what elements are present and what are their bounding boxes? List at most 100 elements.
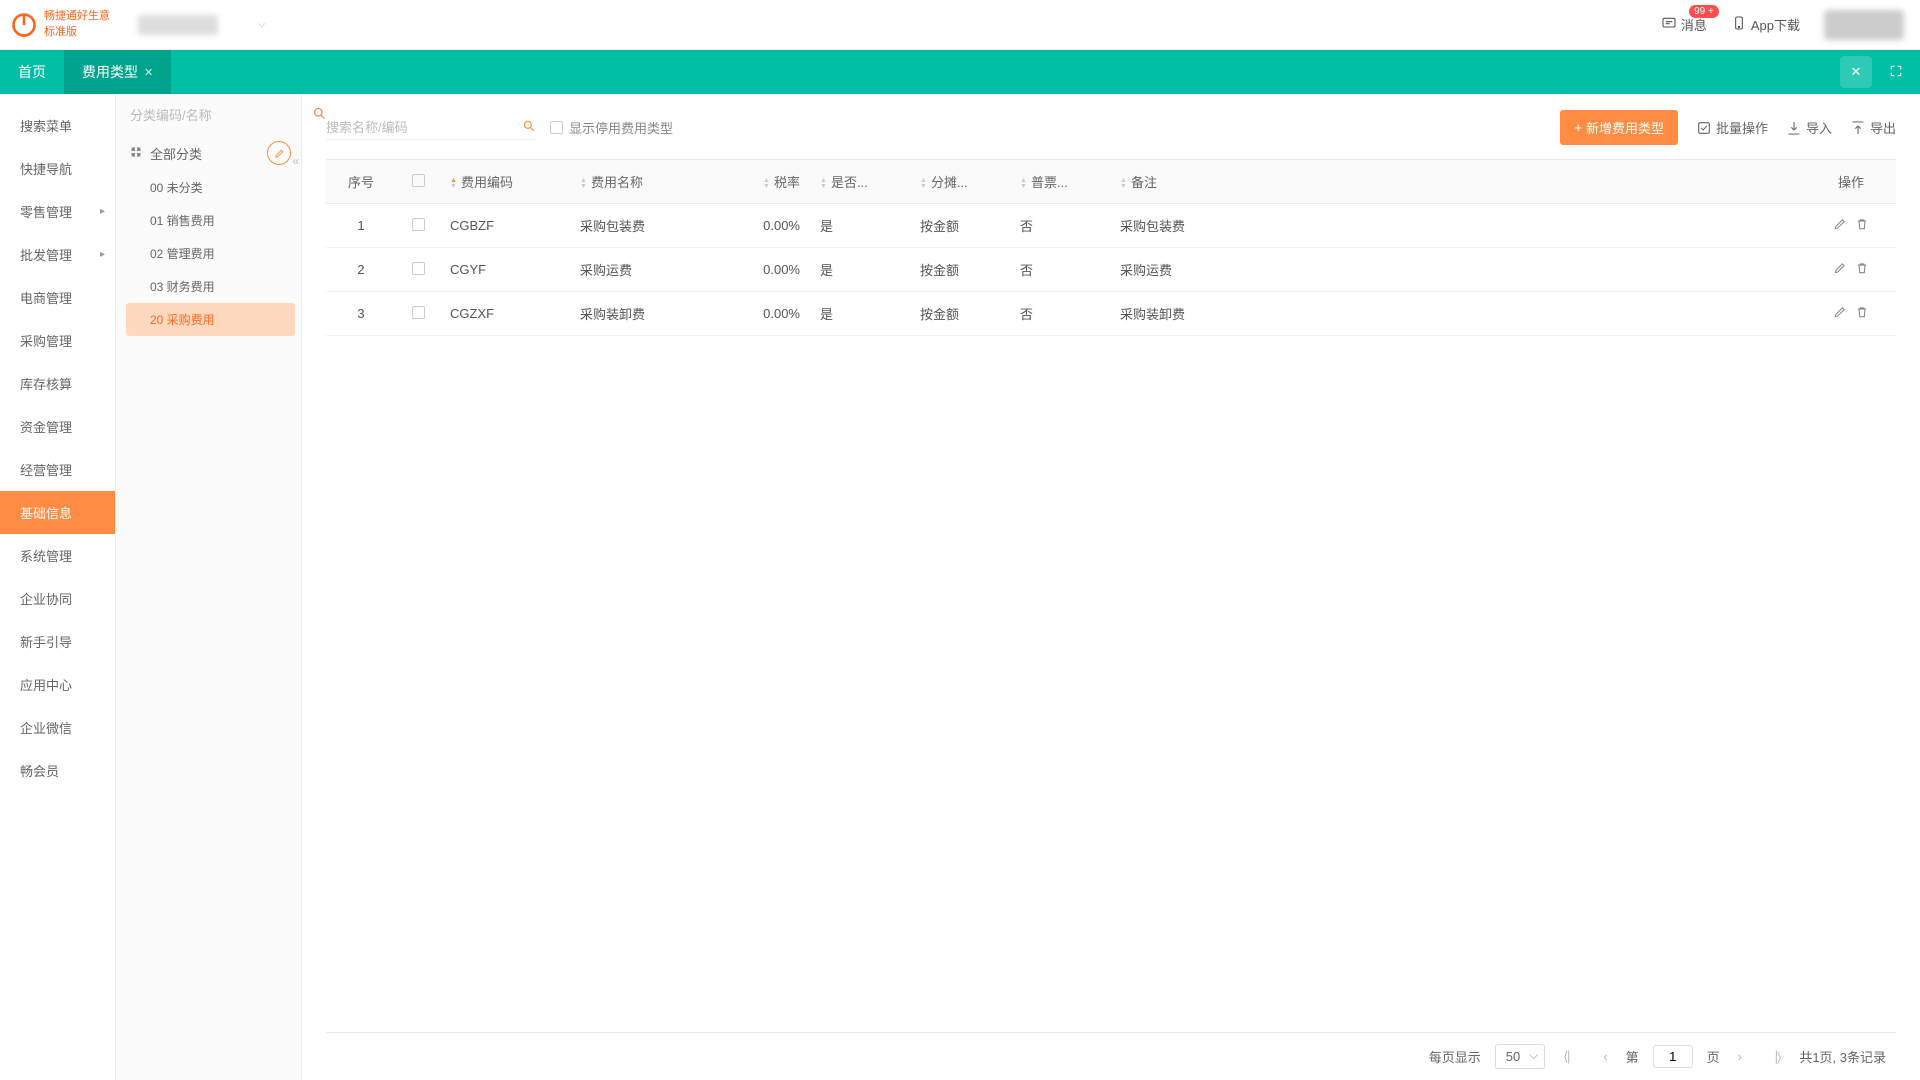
org-name-blurred bbox=[138, 15, 218, 35]
category-search-input[interactable] bbox=[130, 108, 306, 123]
cell-invoice: 否 bbox=[1010, 292, 1110, 336]
sidebar-item[interactable]: 应用中心 bbox=[0, 663, 115, 706]
cell-name: 采购包装费 bbox=[570, 204, 730, 248]
sidebar-item[interactable]: 零售管理▸ bbox=[0, 190, 115, 233]
sidebar-item[interactable]: 经营管理 bbox=[0, 448, 115, 491]
pager-prev-icon[interactable]: ‹ bbox=[1599, 1049, 1611, 1064]
tabstrip-left: 首页 费用类型 ✕ bbox=[0, 50, 171, 94]
logo[interactable]: 畅捷通好生意 标准版 bbox=[0, 9, 118, 41]
col-alloc-label: 分摊... bbox=[931, 175, 968, 190]
search-icon[interactable] bbox=[522, 119, 536, 136]
sidebar-item[interactable]: 采购管理 bbox=[0, 319, 115, 362]
category-item[interactable]: 03 财务费用 bbox=[126, 270, 295, 303]
fullscreen-icon bbox=[1889, 64, 1903, 81]
app-download-link[interactable]: App下载 bbox=[1731, 15, 1800, 34]
sidebar-item[interactable]: 畅会员 bbox=[0, 749, 115, 792]
sidebar-item-label: 基础信息 bbox=[20, 503, 72, 522]
sidebar-item-label: 零售管理 bbox=[20, 202, 72, 221]
show-disabled-toggle[interactable]: 显示停用费用类型 bbox=[550, 118, 673, 137]
topbar-left: 畅捷通好生意 标准版 ⌵ bbox=[0, 9, 278, 41]
sidebar-item[interactable]: 企业协同 bbox=[0, 577, 115, 620]
checkbox-icon bbox=[412, 174, 425, 187]
sidebar-item[interactable]: 快捷导航 bbox=[0, 147, 115, 190]
sidebar-item[interactable]: 系统管理 bbox=[0, 534, 115, 577]
user-avatar-blurred[interactable] bbox=[1824, 10, 1904, 40]
sidebar-item[interactable]: 批发管理▸ bbox=[0, 233, 115, 276]
checkbox-icon bbox=[412, 306, 425, 319]
col-op: 操作 bbox=[1806, 160, 1896, 204]
sidebar-item[interactable]: 电商管理 bbox=[0, 276, 115, 319]
search-wrap bbox=[326, 116, 536, 140]
table-wrap: 序号 ▲▼费用编码 ▲▼费用名称 ▲▼税率 ▲▼是否... ▲▼分摊... ▲▼… bbox=[326, 159, 1896, 1032]
per-page-select[interactable]: 50 bbox=[1495, 1044, 1545, 1069]
pager-first-icon[interactable]: ⟨⎸ bbox=[1559, 1049, 1585, 1065]
col-rate[interactable]: ▲▼税率 bbox=[730, 160, 810, 204]
batch-label: 批量操作 bbox=[1716, 118, 1768, 137]
toolbar: 显示停用费用类型 + 新增费用类型 批量操作 导入 导出 bbox=[326, 110, 1896, 145]
table-row: 3CGZXF采购装卸费0.00%是按金额否采购装卸费 bbox=[326, 292, 1896, 336]
sidebar-item-label: 批发管理 bbox=[20, 245, 72, 264]
category-item[interactable]: 02 管理费用 bbox=[126, 237, 295, 270]
cell-op bbox=[1806, 204, 1896, 248]
search-icon[interactable] bbox=[312, 106, 327, 125]
collapse-panel-icon[interactable]: « bbox=[292, 154, 299, 168]
delete-icon[interactable] bbox=[1855, 262, 1869, 278]
sidebar-item[interactable]: 基础信息 bbox=[0, 491, 115, 534]
cell-checkbox[interactable] bbox=[396, 292, 440, 336]
sidebar-item[interactable]: 搜索菜单 bbox=[0, 104, 115, 147]
search-input[interactable] bbox=[326, 116, 522, 139]
cell-checkbox[interactable] bbox=[396, 204, 440, 248]
add-expense-type-button[interactable]: + 新增费用类型 bbox=[1560, 110, 1678, 145]
category-edit-button[interactable] bbox=[267, 141, 291, 165]
edit-icon[interactable] bbox=[1833, 262, 1847, 278]
batch-action-button[interactable]: 批量操作 bbox=[1696, 118, 1768, 137]
edit-icon[interactable] bbox=[1833, 306, 1847, 322]
category-item[interactable]: 01 销售费用 bbox=[126, 204, 295, 237]
col-code-label: 费用编码 bbox=[461, 175, 513, 190]
col-alloc[interactable]: ▲▼分摊... bbox=[910, 160, 1010, 204]
col-invoice[interactable]: ▲▼普票... bbox=[1010, 160, 1110, 204]
fullscreen-button[interactable] bbox=[1880, 56, 1912, 88]
pager-suffix: 页 bbox=[1707, 1047, 1720, 1066]
import-icon bbox=[1786, 120, 1802, 136]
sidebar-item[interactable]: 企业微信 bbox=[0, 706, 115, 749]
app-download-label: App下载 bbox=[1751, 15, 1800, 34]
sidebar-item[interactable]: 资金管理 bbox=[0, 405, 115, 448]
export-button[interactable]: 导出 bbox=[1850, 118, 1896, 137]
cell-rate: 0.00% bbox=[730, 248, 810, 292]
category-item[interactable]: 20 采购费用 bbox=[126, 303, 295, 336]
col-remark[interactable]: ▲▼备注 bbox=[1110, 160, 1806, 204]
col-seq[interactable]: 序号 bbox=[326, 160, 396, 204]
category-panel: 全部分类 « 00 未分类01 销售费用02 管理费用03 财务费用20 采购费… bbox=[116, 94, 302, 1080]
messages-link[interactable]: 消息 99 + bbox=[1661, 15, 1707, 34]
logo-brand: 畅捷通好生意 bbox=[44, 10, 110, 22]
org-selector[interactable]: ⌵ bbox=[126, 15, 278, 35]
cell-remark: 采购运费 bbox=[1110, 248, 1806, 292]
category-search-row bbox=[126, 104, 295, 135]
category-item[interactable]: 00 未分类 bbox=[126, 171, 295, 204]
tab-home[interactable]: 首页 bbox=[0, 50, 64, 94]
cell-rate: 0.00% bbox=[730, 292, 810, 336]
sidebar-item[interactable]: 新手引导 bbox=[0, 620, 115, 663]
tab-expense-type[interactable]: 费用类型 ✕ bbox=[64, 50, 171, 94]
sidebar-item[interactable]: 库存核算 bbox=[0, 362, 115, 405]
col-isflag[interactable]: ▲▼是否... bbox=[810, 160, 910, 204]
tabstrip-close-button[interactable]: ✕ bbox=[1840, 56, 1872, 88]
sidebar-item-label: 新手引导 bbox=[20, 632, 72, 651]
col-code[interactable]: ▲▼费用编码 bbox=[440, 160, 570, 204]
col-checkbox[interactable] bbox=[396, 160, 440, 204]
pager-last-icon[interactable]: ⎹⟩ bbox=[1760, 1049, 1785, 1065]
delete-icon[interactable] bbox=[1855, 306, 1869, 322]
delete-icon[interactable] bbox=[1855, 218, 1869, 234]
pager-page-input[interactable] bbox=[1653, 1045, 1693, 1068]
import-button[interactable]: 导入 bbox=[1786, 118, 1832, 137]
sidebar-item-label: 应用中心 bbox=[20, 675, 72, 694]
edit-icon[interactable] bbox=[1833, 218, 1847, 234]
col-name[interactable]: ▲▼费用名称 bbox=[570, 160, 730, 204]
col-invoice-label: 普票... bbox=[1031, 175, 1068, 190]
close-icon: ✕ bbox=[1851, 64, 1862, 80]
category-all[interactable]: 全部分类 bbox=[126, 135, 295, 171]
close-icon[interactable]: ✕ bbox=[144, 66, 153, 79]
cell-checkbox[interactable] bbox=[396, 248, 440, 292]
pager-next-icon[interactable]: › bbox=[1734, 1049, 1746, 1064]
